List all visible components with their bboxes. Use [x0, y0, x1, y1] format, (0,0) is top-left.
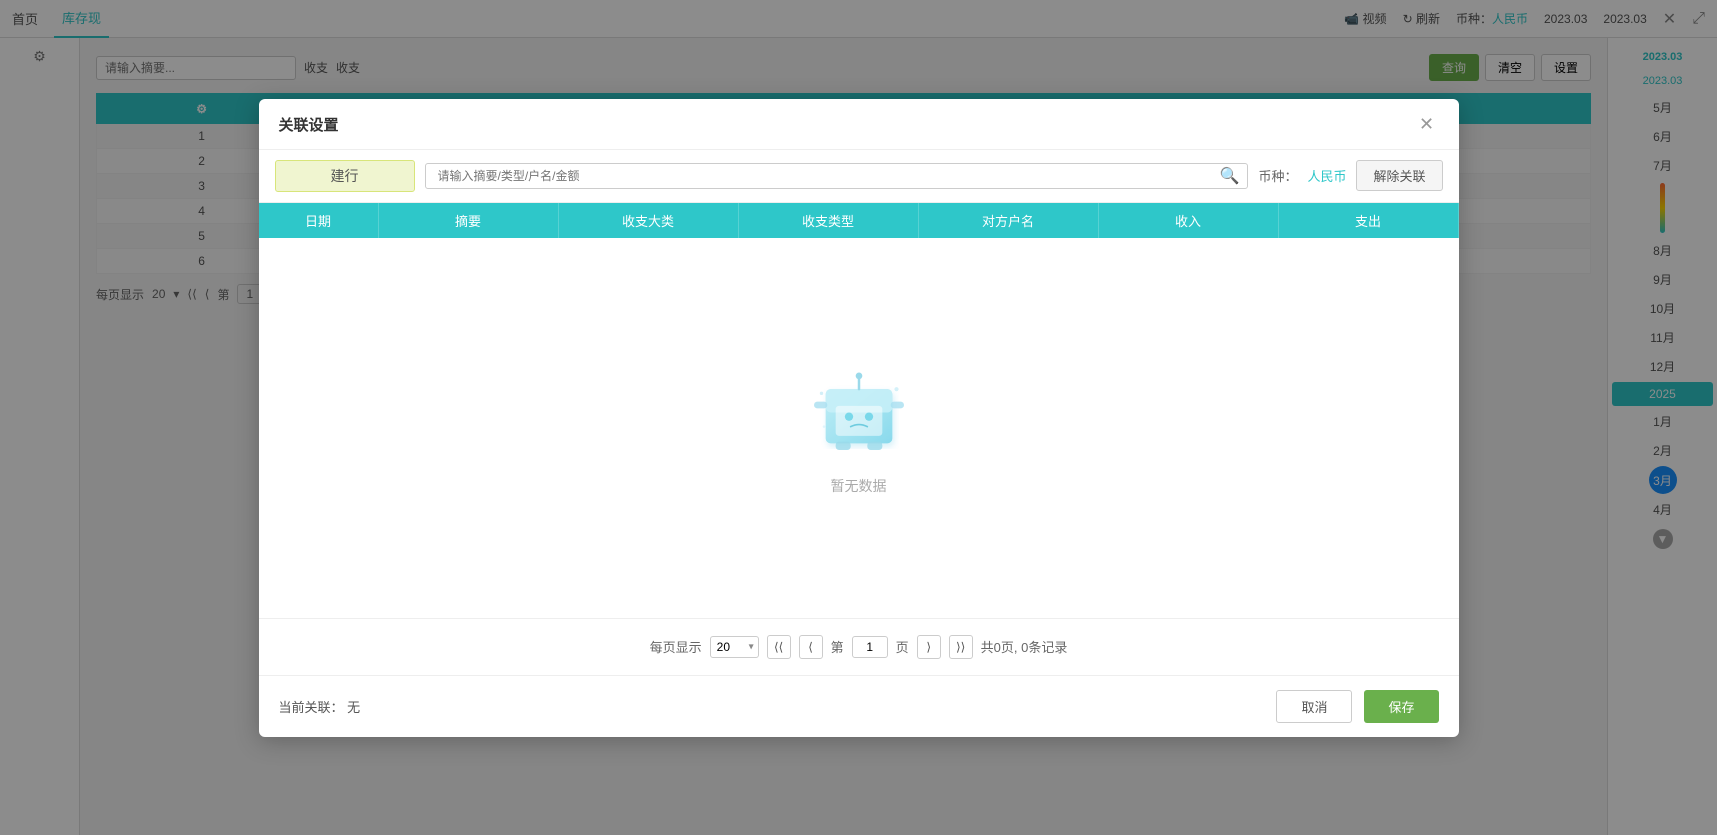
- page-label: 第: [831, 637, 844, 656]
- th-income: 收入: [1099, 203, 1279, 238]
- first-page-btn[interactable]: ⟨⟨: [767, 635, 791, 659]
- association-settings-dialog: 关联设置 ✕ 建行 🔍 币种： 人民币 解除关联 日期 摘要 收支大类 收支类型…: [259, 99, 1459, 737]
- last-page-btn[interactable]: ⟩⟩: [949, 635, 973, 659]
- th-expense: 支出: [1279, 203, 1459, 238]
- th-income-cat: 收支大类: [559, 203, 739, 238]
- th-summary: 摘要: [379, 203, 559, 238]
- dialog-search-input[interactable]: [434, 164, 1220, 188]
- empty-text: 暂无数据: [831, 476, 887, 496]
- dialog-table-header: 日期 摘要 收支大类 收支类型 对方户名 收入 支出: [259, 203, 1459, 238]
- page-number-input[interactable]: [852, 636, 888, 658]
- dialog-toolbar: 建行 🔍 币种： 人民币 解除关联: [259, 150, 1459, 203]
- empty-illustration: [809, 360, 909, 460]
- currency-value: 人民币: [1307, 166, 1346, 185]
- page-unit: 页: [896, 637, 909, 656]
- current-link-value: 无: [347, 700, 360, 715]
- unlink-btn[interactable]: 解除关联: [1356, 160, 1442, 191]
- per-page-selector[interactable]: 20 50 100 ▾: [710, 636, 759, 658]
- save-btn[interactable]: 保存: [1364, 690, 1438, 723]
- search-icon[interactable]: 🔍: [1220, 166, 1240, 186]
- dialog-header: 关联设置 ✕: [259, 99, 1459, 150]
- bank-tag: 建行: [275, 160, 415, 192]
- cancel-btn[interactable]: 取消: [1276, 690, 1352, 723]
- current-link-label: 当前关联：: [279, 700, 344, 715]
- current-link-info: 当前关联： 无: [279, 697, 361, 716]
- dialog-title: 关联设置: [279, 114, 339, 135]
- dialog-body: 暂无数据: [259, 238, 1459, 618]
- dialog-close-btn[interactable]: ✕: [1415, 113, 1439, 137]
- currency-label: 币种：: [1258, 166, 1297, 185]
- th-counterparty: 对方户名: [919, 203, 1099, 238]
- dialog-pagination: 每页显示 20 50 100 ▾ ⟨⟨ ⟨ 第 页 ⟩ ⟩⟩ 共0页, 0条记录: [259, 618, 1459, 675]
- page-total: 共0页, 0条记录: [981, 637, 1068, 656]
- dialog-footer: 当前关联： 无 取消 保存: [259, 675, 1459, 737]
- next-page-btn[interactable]: ⟩: [917, 635, 941, 659]
- prev-page-btn[interactable]: ⟨: [799, 635, 823, 659]
- dialog-search-box: 🔍: [425, 163, 1249, 189]
- th-date: 日期: [259, 203, 379, 238]
- per-page-select[interactable]: 20 50 100: [710, 636, 759, 658]
- empty-state: 暂无数据: [809, 360, 909, 496]
- per-page-label: 每页显示: [650, 637, 702, 656]
- th-income-type: 收支类型: [739, 203, 919, 238]
- footer-buttons: 取消 保存: [1276, 690, 1438, 723]
